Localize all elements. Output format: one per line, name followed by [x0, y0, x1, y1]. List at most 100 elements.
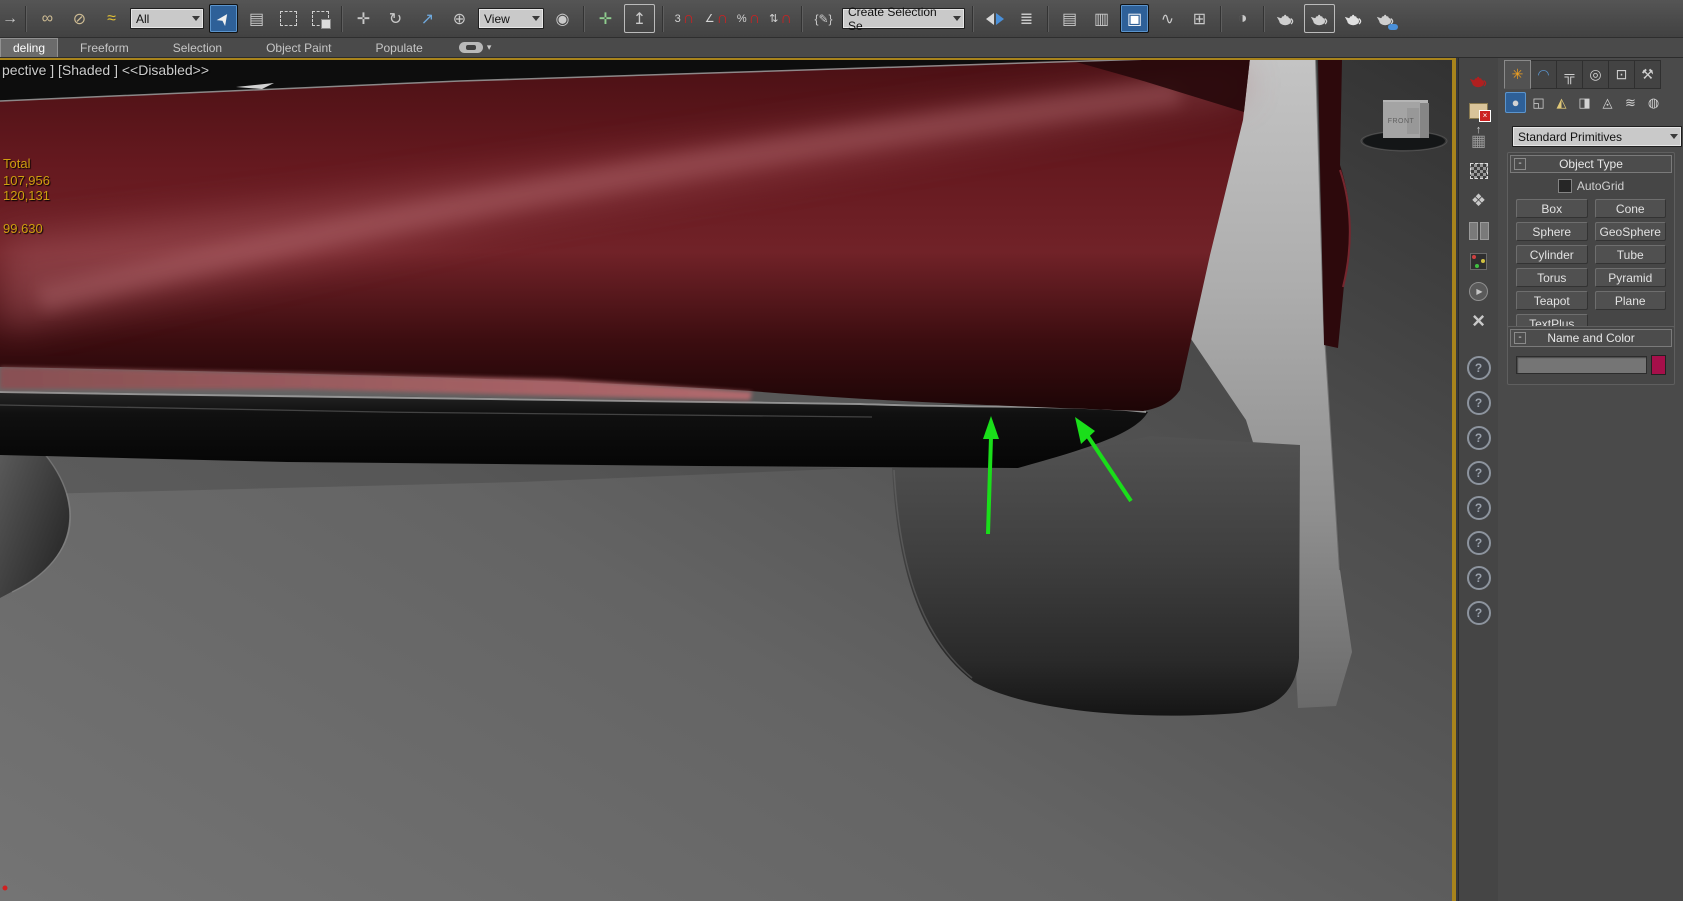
help-icon[interactable]: ?: [1466, 461, 1491, 485]
help-icon[interactable]: ?: [1466, 531, 1491, 555]
rectangular-selection-region-icon[interactable]: [275, 5, 302, 32]
select-and-move-icon[interactable]: ✛: [350, 5, 377, 32]
ribbon-tab-freeform[interactable]: Freeform: [58, 38, 151, 57]
name-color-rollout-header[interactable]: - Name and Color: [1510, 329, 1672, 347]
delete-box-icon[interactable]: ×: [1464, 96, 1494, 126]
redo-icon[interactable]: →: [2, 5, 18, 32]
render-setup-icon[interactable]: [1272, 5, 1299, 32]
grid-up-arrow-icon[interactable]: ▦ ↑: [1464, 124, 1494, 156]
torus-button[interactable]: Torus: [1516, 268, 1588, 287]
select-and-rotate-icon[interactable]: ↻: [382, 5, 409, 32]
bind-to-spacewarp-icon[interactable]: ≈: [98, 5, 125, 32]
cube-vertices-icon[interactable]: [1464, 246, 1494, 276]
collapse-icon[interactable]: -: [1514, 158, 1526, 170]
percent-snap-toggle-icon[interactable]: % ∩: [735, 5, 762, 32]
sphere-button[interactable]: Sphere: [1516, 222, 1588, 241]
cone-button[interactable]: Cone: [1594, 199, 1666, 218]
category-shapes-icon[interactable]: ◱: [1528, 92, 1549, 113]
material-editor-icon[interactable]: ◑: [1229, 5, 1256, 32]
name-color-rollout: - Name and Color: [1507, 326, 1675, 385]
snaps-toggle-3d-icon[interactable]: 3 ∩: [671, 5, 698, 32]
category-cameras-icon[interactable]: ◨: [1574, 92, 1595, 113]
toggle-scene-explorer-icon[interactable]: ▤: [1056, 5, 1083, 32]
help-icon[interactable]: ?: [1466, 601, 1491, 625]
box-button[interactable]: Box: [1516, 199, 1588, 218]
tab-modify-icon[interactable]: ◠: [1531, 60, 1557, 89]
tube-button[interactable]: Tube: [1594, 245, 1666, 264]
curve-editor-icon[interactable]: ∿: [1154, 5, 1181, 32]
tab-utilities-icon[interactable]: ⚒: [1635, 60, 1661, 89]
select-and-link-icon[interactable]: ∞: [34, 5, 61, 32]
help-icon[interactable]: ?: [1466, 426, 1491, 450]
help-icon[interactable]: ?: [1466, 356, 1491, 380]
pyramid-button[interactable]: Pyramid: [1594, 268, 1666, 287]
perspective-viewport[interactable]: FRONT: [0, 58, 1456, 901]
category-helpers-icon[interactable]: ◬: [1597, 92, 1618, 113]
teapot-button[interactable]: Teapot: [1516, 291, 1588, 310]
window-crossing-toggle-icon[interactable]: [307, 5, 334, 32]
ribbon-tab-modeling[interactable]: deling: [0, 38, 59, 57]
close-x-icon[interactable]: ×: [1464, 306, 1494, 336]
help-icon[interactable]: ?: [1466, 496, 1491, 520]
align-icon[interactable]: ≣: [1013, 5, 1040, 32]
split-panels-icon[interactable]: [1464, 216, 1494, 246]
cylinder-button[interactable]: Cylinder: [1516, 245, 1588, 264]
geosphere-button[interactable]: GeoSphere: [1594, 222, 1666, 241]
edit-named-selection-sets-icon[interactable]: {✎}: [810, 5, 837, 32]
chevron-down-icon: [953, 16, 961, 21]
autogrid-checkbox[interactable]: [1557, 179, 1572, 193]
tab-create-icon[interactable]: ✳: [1504, 60, 1531, 89]
help-icon[interactable]: ?: [1466, 566, 1491, 590]
category-spacewarps-icon[interactable]: ≋: [1620, 92, 1641, 113]
use-pivot-point-center-icon[interactable]: ◉: [549, 5, 576, 32]
object-name-field[interactable]: [1516, 356, 1647, 374]
tab-display-icon[interactable]: ⊡: [1609, 60, 1635, 89]
primitive-category-dropdown[interactable]: Standard Primitives: [1512, 126, 1682, 147]
rollout-title: Object Type: [1559, 157, 1623, 171]
toggle-ribbon-icon[interactable]: ▣: [1120, 4, 1149, 33]
select-object-button[interactable]: ➤: [209, 4, 238, 33]
toolbar-separator: [1047, 5, 1049, 32]
category-geometry-icon[interactable]: ●: [1505, 92, 1526, 113]
keyboard-shortcut-override-icon[interactable]: ↥: [624, 4, 655, 33]
command-panel-tabs: ✳ ◠ ╦ ◎ ⊡ ⚒: [1504, 60, 1661, 89]
category-systems-icon[interactable]: ◍: [1643, 92, 1664, 113]
layers-move-icon[interactable]: ❖: [1464, 186, 1494, 216]
toggle-layer-explorer-icon[interactable]: ▥: [1088, 5, 1115, 32]
help-icon[interactable]: ?: [1466, 391, 1491, 415]
plane-button[interactable]: Plane: [1594, 291, 1666, 310]
named-selection-sets-dropdown[interactable]: Create Selection Se: [842, 5, 965, 33]
magnet-icon: ∩: [716, 9, 729, 27]
cloud-icon: [1388, 24, 1398, 30]
checker-region-icon[interactable]: [1464, 156, 1494, 186]
render-teapot-icon[interactable]: [1464, 66, 1494, 96]
select-and-place-icon[interactable]: ⊕: [446, 5, 473, 32]
unlink-selection-icon[interactable]: ⊘: [66, 5, 93, 32]
tab-motion-icon[interactable]: ◎: [1583, 60, 1609, 89]
spinner-snap-toggle-icon[interactable]: ⇅ ∩: [767, 5, 794, 32]
selection-filter-dropdown[interactable]: All: [130, 8, 204, 29]
ribbon-state-icon: [458, 42, 483, 53]
rendered-frame-window-icon[interactable]: [1304, 4, 1335, 33]
ribbon-tab-populate[interactable]: Populate: [353, 38, 444, 57]
schematic-view-icon[interactable]: ⊞: [1186, 5, 1213, 32]
render-production-icon[interactable]: [1340, 5, 1367, 32]
object-color-swatch[interactable]: [1651, 355, 1666, 375]
ribbon-tab-object-paint[interactable]: Object Paint: [244, 38, 353, 57]
ribbon-minimize-button[interactable]: ▾: [458, 38, 491, 57]
select-by-name-icon[interactable]: ▤: [243, 5, 270, 32]
mirror-icon[interactable]: [981, 5, 1008, 32]
play-icon[interactable]: ▶: [1464, 276, 1494, 306]
collapse-icon[interactable]: -: [1514, 332, 1526, 344]
select-and-scale-icon[interactable]: ↗: [414, 5, 441, 32]
viewport-label[interactable]: pective ] [Shaded ] <<Disabled>>: [2, 62, 209, 78]
select-and-manipulate-icon[interactable]: ✛: [592, 5, 619, 32]
reference-coordinate-dropdown[interactable]: View: [478, 8, 544, 29]
ribbon-tab-selection[interactable]: Selection: [151, 38, 244, 57]
tab-hierarchy-icon[interactable]: ╦: [1557, 60, 1583, 89]
object-type-rollout-header[interactable]: - Object Type: [1510, 155, 1672, 173]
category-lights-icon[interactable]: ◭: [1551, 92, 1572, 113]
angle-snap-toggle-icon[interactable]: ∠ ∩: [703, 5, 730, 32]
render-in-cloud-icon[interactable]: [1372, 5, 1399, 32]
command-panel: ✳ ◠ ╦ ◎ ⊡ ⚒ ● ◱ ◭ ◨ ◬ ≋ ◍ Standard Primi…: [1498, 58, 1683, 901]
